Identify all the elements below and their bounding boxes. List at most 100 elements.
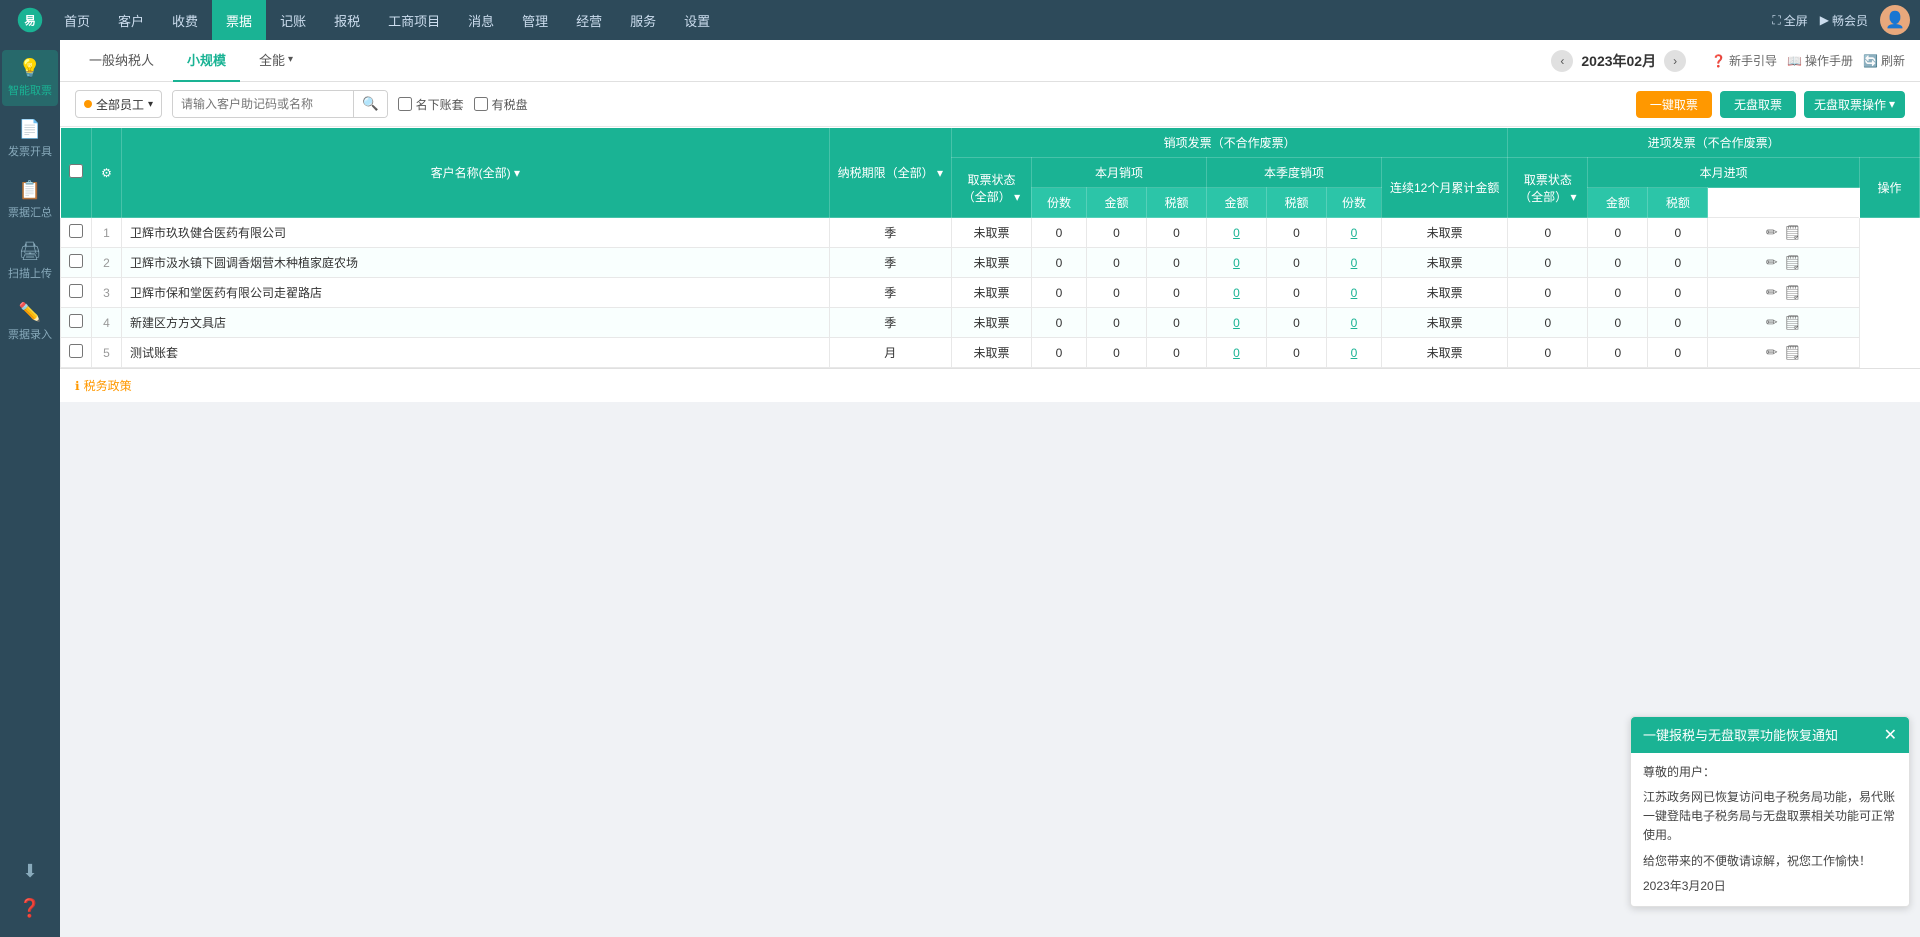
tax-disk-filter-checkbox[interactable] [474, 97, 488, 111]
row-consecutive-12[interactable]: 0 [1326, 218, 1381, 248]
detail-icon-3[interactable]: 🗒 [1784, 314, 1802, 331]
nav-fee[interactable]: 收费 [158, 0, 212, 40]
nav-items: 首页 客户 收费 票据 记账 报税 工商项目 消息 管理 经营 服务 设置 [50, 0, 1772, 40]
notif-date: 2023年3月20日 [1643, 877, 1897, 896]
sidebar-item-scan-upload[interactable]: 🖨 扫描上传 [2, 233, 58, 289]
nav-settings[interactable]: 设置 [670, 0, 724, 40]
col-month-sales-amount: 金额 [1086, 188, 1146, 218]
edit-icon-2[interactable]: ✏ [1766, 284, 1778, 301]
select-all-checkbox[interactable] [69, 164, 83, 178]
row-sales-cancel-status: 未取票 [951, 338, 1031, 368]
row-consecutive-12[interactable]: 0 [1326, 248, 1381, 278]
nav-bookkeeping[interactable]: 记账 [266, 0, 320, 40]
col-purchase-cancel-status[interactable]: 取票状态（全部） ▾ [1508, 158, 1588, 218]
main-table: ⚙ 客户名称(全部) ▾ 纳税期限（全部） ▾ 销项发票（不合作废票） 进项发票… [60, 127, 1920, 368]
row-consecutive-12[interactable]: 0 [1326, 308, 1381, 338]
sidebar-item-invoice-entry[interactable]: ✏️ 票据录入 [2, 294, 58, 350]
row-quarter-sales-amount[interactable]: 0 [1206, 278, 1266, 308]
nav-operation[interactable]: 经营 [562, 0, 616, 40]
detail-icon-0[interactable]: 🗒 [1784, 224, 1802, 241]
sidebar-download[interactable]: ⬇ [2, 853, 58, 890]
nav-business[interactable]: 工商项目 [374, 0, 454, 40]
invoice-entry-icon: ✏️ [19, 302, 41, 323]
next-period-button[interactable]: › [1664, 50, 1686, 72]
row-month-sales-pieces: 0 [1031, 308, 1086, 338]
row-checkbox-3[interactable] [69, 314, 83, 328]
search-input[interactable] [173, 91, 353, 117]
notification-scroll[interactable]: 尊敬的用户： 江苏政务网已恢复访问电子税务局功能，易代账一键登陆电子税务局与无盘… [1631, 753, 1909, 906]
row-consecutive-12[interactable]: 0 [1326, 338, 1381, 368]
account-filter-label[interactable]: 名下账套 [398, 96, 464, 113]
nav-service[interactable]: 服务 [616, 0, 670, 40]
tax-policy-link[interactable]: ℹ 税务政策 [75, 377, 132, 394]
col-sales-cancel-status[interactable]: 取票状态（全部） ▾ [951, 158, 1031, 218]
tab-all[interactable]: 全能 ▾ [245, 40, 307, 82]
row-month-sales-amount: 0 [1086, 308, 1146, 338]
user-avatar[interactable]: 👤 [1880, 5, 1910, 35]
row-month-sales-pieces: 0 [1031, 248, 1086, 278]
row-checkbox-2[interactable] [69, 284, 83, 298]
row-quarter-sales-amount[interactable]: 0 [1206, 248, 1266, 278]
refresh-button[interactable]: 🔄 刷新 [1863, 52, 1905, 69]
row-checkbox-1[interactable] [69, 254, 83, 268]
detail-icon-2[interactable]: 🗒 [1784, 284, 1802, 301]
row-checkbox-4[interactable] [69, 344, 83, 358]
sidebar-item-smart-fetch[interactable]: 💡 智能取票 [2, 50, 58, 106]
detail-icon-4[interactable]: 🗒 [1784, 344, 1802, 361]
diskless-ops-button[interactable]: 无盘取票操作 ▾ [1804, 91, 1905, 118]
tab-right-actions: ❓ 新手引导 📖 操作手册 🔄 刷新 [1711, 52, 1905, 69]
edit-icon-4[interactable]: ✏ [1766, 344, 1778, 361]
new-guide-button[interactable]: ❓ 新手引导 [1711, 52, 1777, 69]
nav-client[interactable]: 客户 [104, 0, 158, 40]
col-month-sales: 本月销项 [1031, 158, 1206, 188]
tab-general-taxpayer[interactable]: 一般纳税人 [75, 40, 168, 82]
row-checkbox-0[interactable] [69, 224, 83, 238]
period-navigation: ‹ 2023年02月 › [1551, 50, 1686, 72]
help-icon: ❓ [19, 898, 41, 919]
fullscreen-button[interactable]: ⛶ 全屏 [1772, 12, 1807, 29]
nav-message[interactable]: 消息 [454, 0, 508, 40]
edit-icon-0[interactable]: ✏ [1766, 224, 1778, 241]
employee-filter[interactable]: 全部员工 ▾ [75, 90, 162, 118]
one-key-fetch-button[interactable]: 一键取票 [1636, 91, 1712, 118]
sidebar-item-invoice-summary[interactable]: 📋 票据汇总 [2, 172, 58, 228]
col-tax-period[interactable]: 纳税期限（全部） ▾ [829, 128, 951, 218]
prev-period-button[interactable]: ‹ [1551, 50, 1573, 72]
col-settings: ⚙ [92, 128, 122, 218]
notification-close-button[interactable]: ✕ [1884, 725, 1897, 745]
row-consecutive-12[interactable]: 0 [1326, 278, 1381, 308]
manual-button[interactable]: 📖 操作手册 [1787, 52, 1853, 69]
nav-tax[interactable]: 报税 [320, 0, 374, 40]
row-quarter-sales-amount[interactable]: 0 [1206, 338, 1266, 368]
nav-manage[interactable]: 管理 [508, 0, 562, 40]
detail-icon-1[interactable]: 🗒 [1784, 254, 1802, 271]
row-month-purchase-amount: 0 [1588, 248, 1648, 278]
account-filter-checkbox[interactable] [398, 97, 412, 111]
nav-home[interactable]: 首页 [50, 0, 104, 40]
search-button[interactable]: 🔍 [353, 91, 387, 117]
period-label: 2023年02月 [1581, 51, 1656, 71]
row-sales-cancel-status: 未取票 [951, 278, 1031, 308]
edit-icon-1[interactable]: ✏ [1766, 254, 1778, 271]
tab-small-scale[interactable]: 小规模 [173, 40, 240, 82]
settings-icon[interactable]: ⚙ [101, 166, 112, 180]
tax-disk-filter-label[interactable]: 有税盘 [474, 96, 528, 113]
notification-panel: 一键报税与无盘取票功能恢复通知 ✕ 尊敬的用户： 江苏政务网已恢复访问电子税务局… [1630, 716, 1910, 907]
sidebar-item-invoice-open[interactable]: 📄 发票开具 [2, 111, 58, 167]
diskless-cancel-button[interactable]: 无盘取票 [1720, 91, 1796, 118]
nav-invoice[interactable]: 票据 [212, 0, 266, 40]
row-month-purchase-tax: 0 [1648, 308, 1708, 338]
row-client-name: 卫辉市汲水镇下圆调香烟营木种植家庭农场 [122, 248, 830, 278]
sidebar-help[interactable]: ❓ [2, 890, 58, 927]
edit-icon-3[interactable]: ✏ [1766, 314, 1778, 331]
row-client-name: 测试账套 [122, 338, 830, 368]
notif-apology: 给您带来的不便敬请谅解，祝您工作愉快！ [1643, 852, 1897, 871]
row-quarter-sales-tax: 0 [1266, 218, 1326, 248]
row-quarter-sales-tax: 0 [1266, 248, 1326, 278]
row-quarter-sales-amount[interactable]: 0 [1206, 218, 1266, 248]
logo[interactable]: 易 [10, 6, 50, 34]
row-quarter-sales-tax: 0 [1266, 308, 1326, 338]
member-button[interactable]: ▶ 畅会员 [1820, 12, 1868, 29]
row-quarter-sales-amount[interactable]: 0 [1206, 308, 1266, 338]
col-client-name[interactable]: 客户名称(全部) ▾ [122, 128, 830, 218]
